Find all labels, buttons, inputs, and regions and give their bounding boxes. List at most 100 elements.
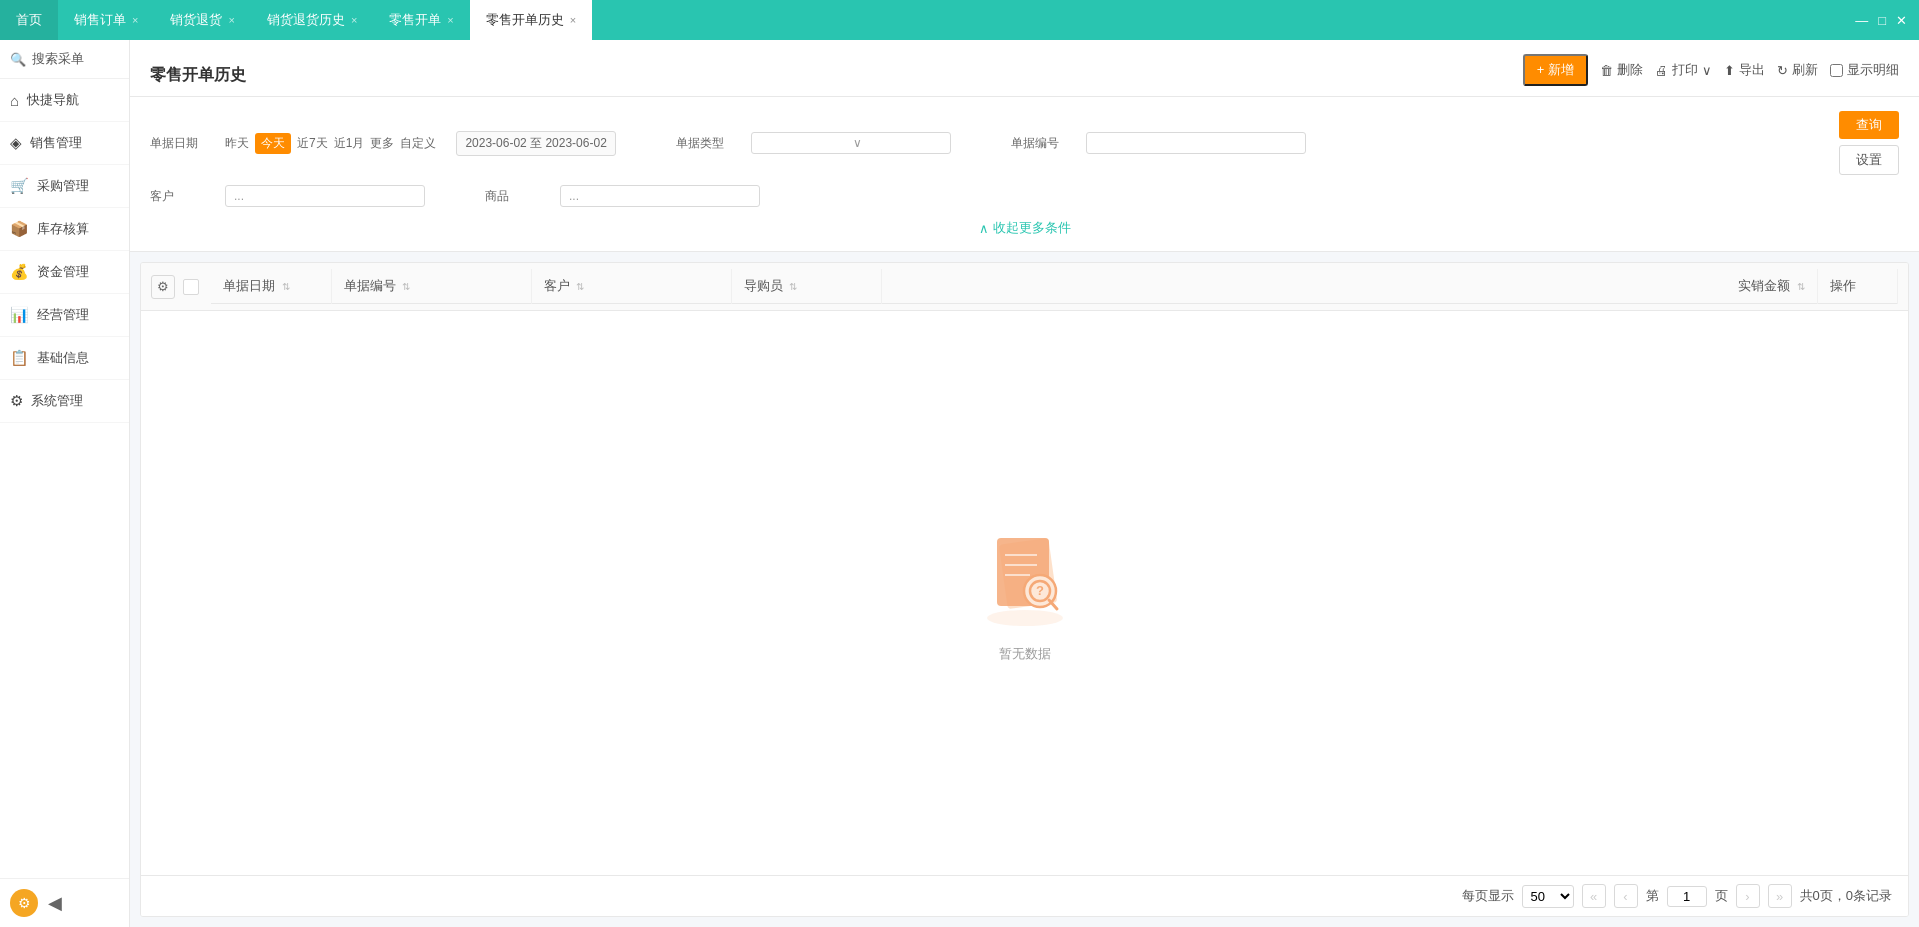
finance-icon: 💰 (10, 263, 29, 281)
maximize-btn[interactable]: □ (1878, 13, 1886, 28)
display-detail-input[interactable] (1830, 64, 1843, 77)
delete-button[interactable]: 🗑 删除 (1600, 61, 1643, 79)
tab-sales-return-history[interactable]: 销货退货历史 × (251, 0, 373, 40)
sidebar-item-sales-mgmt[interactable]: ◈ 销售管理 (0, 122, 129, 165)
page-title: 零售开单历史 (150, 65, 246, 86)
sidebar-item-operations-mgmt-label: 经营管理 (37, 306, 89, 324)
collapse-button[interactable]: ∧ 收起更多条件 (979, 219, 1071, 237)
minimize-btn[interactable]: — (1855, 13, 1868, 28)
tab-retail-open-label: 零售开单 (389, 11, 441, 29)
date-opt-yesterday[interactable]: 昨天 (225, 135, 249, 152)
toolbar: + 新增 🗑 删除 🖨 打印 ∨ ⬆ 导出 ↻ 刷新 (1523, 54, 1899, 96)
sidebar-item-purchase-mgmt-label: 采购管理 (37, 177, 89, 195)
tab-sales-return[interactable]: 销货退货 × (154, 0, 250, 40)
table-toolbar: ⚙ 单据日期 ⇅ (141, 263, 1908, 311)
tab-sales-return-label: 销货退货 (170, 11, 222, 29)
tab-sales-return-close[interactable]: × (228, 14, 234, 26)
page-input[interactable] (1667, 886, 1707, 907)
purchase-icon: 🛒 (10, 177, 29, 195)
sidebar-item-system-mgmt[interactable]: ⚙ 系统管理 (0, 380, 129, 423)
collapse-sidebar-btn[interactable]: ◀ (48, 892, 62, 914)
query-button[interactable]: 查询 (1839, 111, 1899, 139)
empty-text: 暂无数据 (999, 645, 1051, 663)
add-button[interactable]: + 新增 (1523, 54, 1588, 86)
tab-retail-open-history-label: 零售开单历史 (486, 11, 564, 29)
next-page-btn[interactable]: › (1736, 884, 1760, 908)
display-detail-label: 显示明细 (1847, 61, 1899, 79)
tab-retail-open-close[interactable]: × (447, 14, 453, 26)
tab-home[interactable]: 首页 (0, 0, 58, 40)
settings-button[interactable]: 设置 (1839, 145, 1899, 175)
tab-sales-return-history-close[interactable]: × (351, 14, 357, 26)
sidebar-item-finance-mgmt[interactable]: 💰 资金管理 (0, 251, 129, 294)
filter-row-1: 单据日期 昨天 今天 近7天 近1月 更多 自定义 2023-06-02 至 2… (150, 111, 1899, 175)
tab-sales-order-close[interactable]: × (132, 14, 138, 26)
refresh-button[interactable]: ↻ 刷新 (1777, 61, 1818, 79)
tab-retail-open-history[interactable]: 零售开单历史 × (470, 0, 592, 40)
col-action-label: 操作 (1830, 278, 1856, 293)
date-opt-custom[interactable]: 自定义 (400, 135, 436, 152)
close-btn[interactable]: ✕ (1896, 13, 1907, 28)
sidebar-item-basic-info[interactable]: 📋 基础信息 (0, 337, 129, 380)
customer-label: 客户 (150, 188, 205, 205)
export-button[interactable]: ⬆ 导出 (1724, 61, 1765, 79)
print-button[interactable]: 🖨 打印 ∨ (1655, 61, 1712, 79)
total-label: 共0页，0条记录 (1800, 887, 1892, 905)
sidebar-item-operations-mgmt[interactable]: 📊 经营管理 (0, 294, 129, 337)
tab-retail-open-history-close[interactable]: × (570, 14, 576, 26)
svg-point-0 (987, 610, 1063, 626)
first-page-btn[interactable]: « (1582, 884, 1606, 908)
col-amount[interactable]: 实销金额 ⇅ (881, 269, 1818, 304)
home-icon: ⌂ (10, 92, 19, 109)
sidebar-item-finance-mgmt-label: 资金管理 (37, 263, 89, 281)
sidebar: 🔍 搜索采单 ⌂ 快捷导航 ◈ 销售管理 🛒 采购管理 📦 库存核算 💰 资金管… (0, 40, 130, 927)
prev-page-btn[interactable]: ‹ (1614, 884, 1638, 908)
last-page-btn[interactable]: » (1768, 884, 1792, 908)
select-all-checkbox[interactable] (183, 279, 199, 295)
date-opt-last1month[interactable]: 近1月 (334, 135, 365, 152)
col-guide[interactable]: 导购员 ⇅ (731, 269, 881, 304)
doc-no-label: 单据编号 (1011, 135, 1066, 152)
table-settings-icon[interactable]: ⚙ (151, 275, 175, 299)
sort-amount-icon: ⇅ (1797, 281, 1805, 292)
table-container: ⚙ 单据日期 ⇅ (140, 262, 1909, 917)
col-date-label: 单据日期 (223, 278, 275, 293)
collapse-label: 收起更多条件 (993, 219, 1071, 237)
content-area: 零售开单历史 + 新增 🗑 删除 🖨 打印 ∨ ⬆ 导出 ↻ (130, 40, 1919, 927)
first-page-icon: « (1590, 889, 1597, 904)
settings-bottom-icon[interactable]: ⚙ (10, 889, 38, 917)
doc-type-select[interactable]: ∨ (751, 132, 951, 154)
pagination: 每页显示 50 10 20 100 « ‹ 第 页 › (141, 875, 1908, 916)
doc-no-input[interactable] (1086, 132, 1306, 154)
sidebar-search[interactable]: 🔍 搜索采单 (0, 40, 129, 79)
inventory-icon: 📦 (10, 220, 29, 238)
last-page-icon: » (1776, 889, 1783, 904)
sidebar-item-inventory[interactable]: 📦 库存核算 (0, 208, 129, 251)
date-range-display[interactable]: 2023-06-02 至 2023-06-02 (456, 131, 615, 156)
top-nav: 首页 销售订单 × 销货退货 × 销货退货历史 × 零售开单 × 零售开单历史 … (0, 0, 1919, 40)
delete-icon: 🗑 (1600, 63, 1613, 78)
tab-sales-order[interactable]: 销售订单 × (58, 0, 154, 40)
product-select[interactable]: ... (560, 185, 760, 207)
filter-row-2: 客户 ... 商品 ... (150, 185, 1899, 207)
sales-icon: ◈ (10, 134, 22, 152)
empty-illustration: ? (975, 523, 1075, 633)
sidebar-item-purchase-mgmt[interactable]: 🛒 采购管理 (0, 165, 129, 208)
page-size-select[interactable]: 50 10 20 100 (1522, 885, 1574, 908)
col-customer[interactable]: 客户 ⇅ (531, 269, 731, 304)
display-detail-checkbox[interactable]: 显示明细 (1830, 61, 1899, 79)
customer-select[interactable]: ... (225, 185, 425, 207)
doc-type-dropdown-icon: ∨ (853, 136, 942, 150)
data-table: 单据日期 ⇅ 单据编号 ⇅ 客户 ⇅ (211, 269, 1898, 304)
sidebar-item-quick-nav[interactable]: ⌂ 快捷导航 (0, 79, 129, 122)
date-opt-today[interactable]: 今天 (255, 133, 291, 154)
page-label-prefix: 第 (1646, 887, 1659, 905)
search-icon: 🔍 (10, 52, 26, 67)
col-date[interactable]: 单据日期 ⇅ (211, 269, 331, 304)
tab-retail-open[interactable]: 零售开单 × (373, 0, 469, 40)
date-opt-more[interactable]: 更多 (370, 135, 394, 152)
date-opt-last7days[interactable]: 近7天 (297, 135, 328, 152)
sort-guide-icon: ⇅ (789, 281, 797, 292)
col-docno[interactable]: 单据编号 ⇅ (331, 269, 531, 304)
basic-info-icon: 📋 (10, 349, 29, 367)
